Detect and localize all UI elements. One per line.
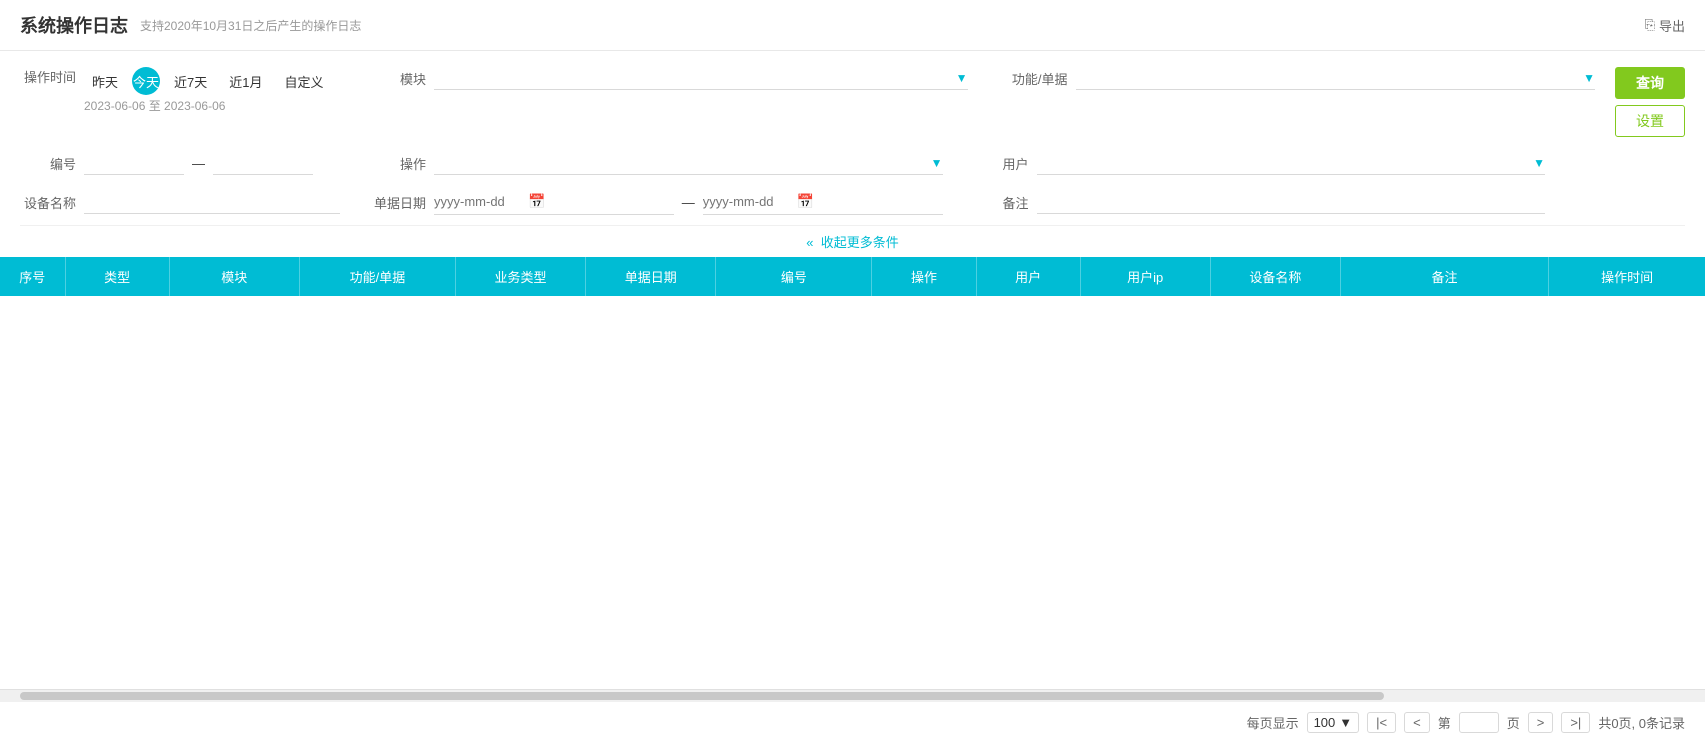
today-btn[interactable]: 今天 [132, 67, 160, 95]
module-dropdown-icon: ▼ [956, 71, 968, 85]
settings-button[interactable]: 设置 [1615, 105, 1685, 137]
page-unit: 页 [1507, 713, 1520, 732]
user-dropdown-icon: ▼ [1533, 156, 1545, 170]
date-range-text: 2023-06-06 至 2023-06-06 [84, 97, 332, 114]
last7-btn[interactable]: 近7天 [166, 70, 215, 93]
collapse-button[interactable]: « 收起更多条件 [20, 225, 1685, 257]
data-table: 序号 类型 模块 功能/单据 业务类型 单据日期 编号 操作 用户 用户ip 设… [0, 257, 1705, 689]
op-dropdown-icon: ▼ [931, 156, 943, 170]
first-page-btn[interactable]: |< [1367, 712, 1396, 733]
date-start-wrap: 📅 [434, 189, 674, 215]
col-remark: 备注 [1340, 257, 1548, 296]
date-end-wrap: 📅 [703, 189, 943, 215]
user-label: 用户 [973, 154, 1029, 173]
time-label: 操作时间 [20, 67, 76, 86]
collapse-chevron-icon: « [806, 235, 817, 250]
serial-label: 编号 [20, 154, 76, 173]
op-select[interactable]: ▼ [434, 152, 943, 175]
func-dropdown-icon: ▼ [1583, 71, 1595, 85]
module-label: 模块 [370, 69, 426, 88]
per-page-select[interactable]: 100 ▼ [1307, 712, 1360, 733]
scrollbar-thumb[interactable] [20, 692, 1384, 700]
func-label: 功能/单据 [998, 69, 1068, 88]
calendar-end-icon[interactable]: 📅 [797, 193, 814, 210]
calendar-start-icon[interactable]: 📅 [528, 193, 545, 210]
last1m-btn[interactable]: 近1月 [221, 70, 270, 93]
table-header-row: 序号 类型 模块 功能/单据 业务类型 单据日期 编号 操作 用户 用户ip 设… [0, 257, 1705, 296]
pagination-summary: 共0页, 0条记录 [1598, 713, 1685, 732]
export-button[interactable]: ⎘ 导出 [1645, 16, 1685, 35]
yesterday-btn[interactable]: 昨天 [84, 70, 126, 93]
col-device: 设备名称 [1210, 257, 1340, 296]
func-select[interactable]: ▼ [1076, 67, 1596, 90]
col-type: 类型 [65, 257, 169, 296]
voucher-date-end[interactable] [703, 194, 793, 209]
serial-end-input[interactable] [213, 151, 313, 175]
pagination-bar: 每页显示 100 ▼ |< < 第 1 页 > >| 共0页, 0条记录 [0, 701, 1705, 743]
col-op: 操作 [872, 257, 976, 296]
col-voucher-date: 单据日期 [586, 257, 716, 296]
op-label: 操作 [370, 154, 426, 173]
export-icon: ⎘ [1645, 17, 1655, 33]
module-select[interactable]: ▼ [434, 67, 968, 90]
device-input[interactable] [84, 190, 340, 214]
col-user: 用户 [976, 257, 1080, 296]
device-label: 设备名称 [20, 193, 76, 212]
current-page-input[interactable]: 1 [1459, 712, 1499, 733]
col-ip: 用户ip [1080, 257, 1210, 296]
page-header: 系统操作日志 支持2020年10月31日之后产生的操作日志 ⎘ 导出 [0, 0, 1705, 51]
prev-page-btn[interactable]: < [1404, 712, 1430, 733]
user-select[interactable]: ▼ [1037, 152, 1546, 175]
per-page-label: 每页显示 [1247, 713, 1299, 732]
query-button[interactable]: 查询 [1615, 67, 1685, 99]
custom-btn[interactable]: 自定义 [276, 70, 331, 93]
col-func: 功能/单据 [299, 257, 455, 296]
page-word: 第 [1438, 713, 1451, 732]
last-page-btn[interactable]: >| [1561, 712, 1590, 733]
per-page-dropdown-icon: ▼ [1339, 715, 1352, 730]
per-page-value: 100 [1314, 715, 1336, 730]
page-subtitle: 支持2020年10月31日之后产生的操作日志 [140, 17, 361, 34]
remark-label: 备注 [973, 193, 1029, 212]
col-serial: 编号 [716, 257, 872, 296]
next-page-btn[interactable]: > [1528, 712, 1554, 733]
col-biz-type: 业务类型 [455, 257, 585, 296]
col-seq: 序号 [0, 257, 65, 296]
page-title: 系统操作日志 [20, 12, 128, 38]
voucher-date-start[interactable] [434, 194, 524, 209]
filter-area: 操作时间 昨天 今天 近7天 近1月 自定义 2023-06-06 至 2023… [0, 51, 1705, 257]
remark-input[interactable] [1037, 190, 1546, 214]
col-op-time: 操作时间 [1549, 257, 1705, 296]
voucher-date-label: 单据日期 [370, 193, 426, 212]
col-module: 模块 [169, 257, 299, 296]
horizontal-scrollbar[interactable] [0, 689, 1705, 701]
serial-start-input[interactable] [84, 151, 184, 175]
